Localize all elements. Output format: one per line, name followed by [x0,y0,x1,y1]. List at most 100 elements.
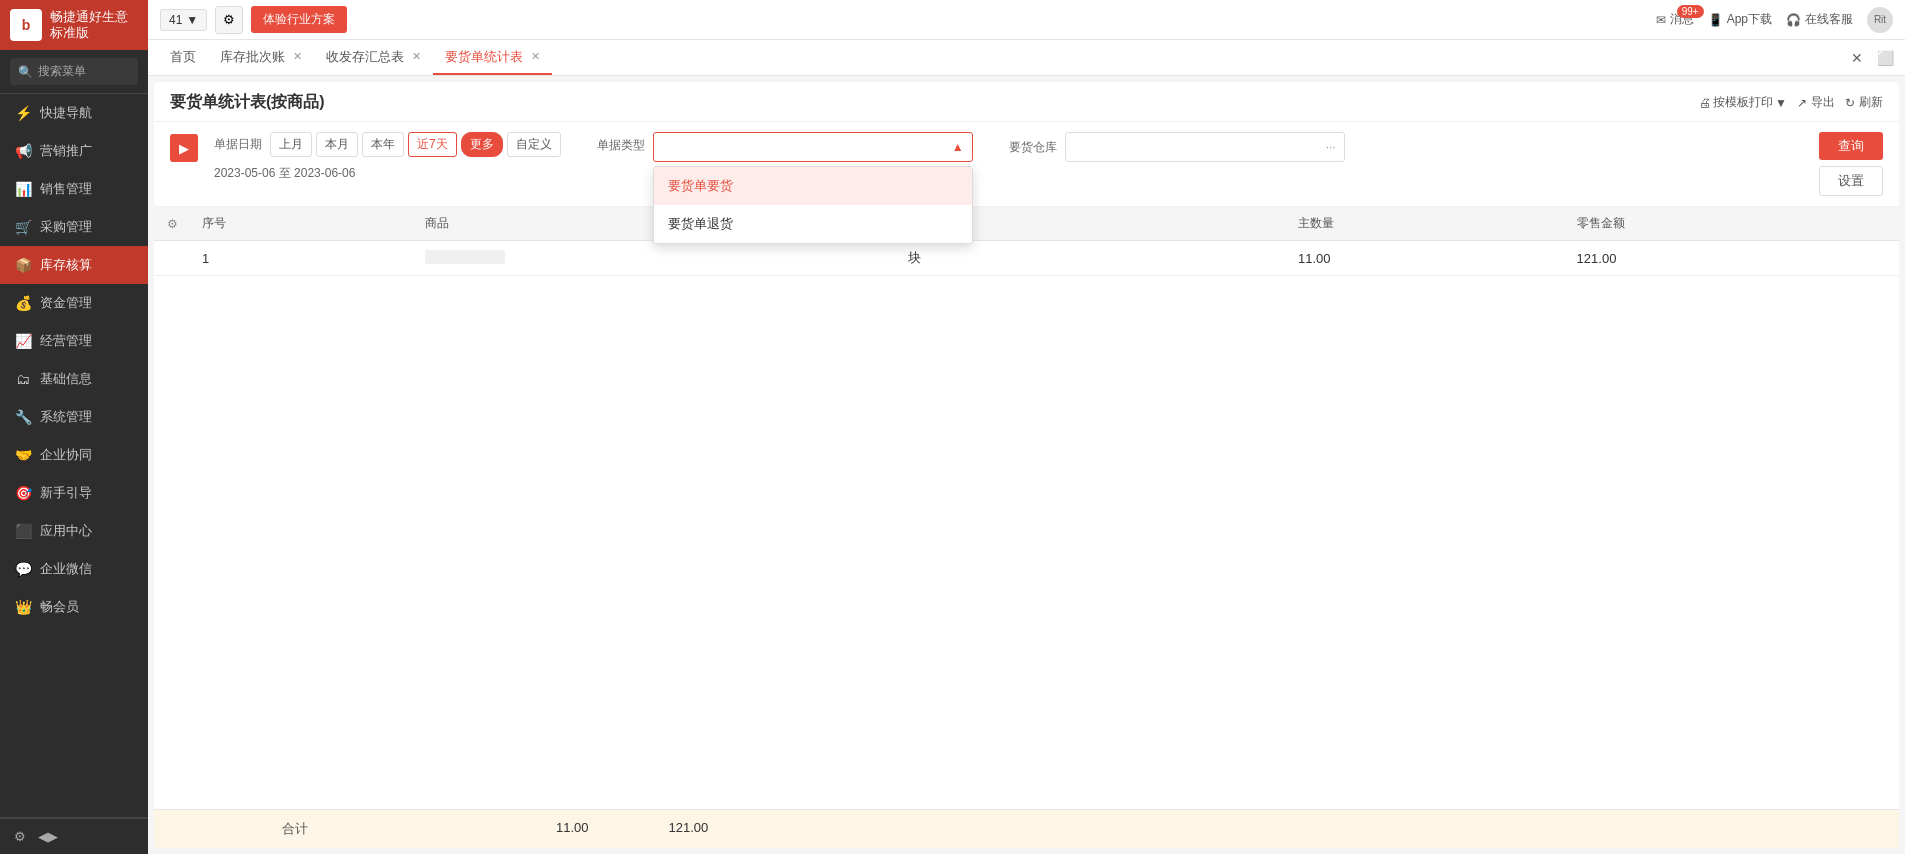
app-logo: b [10,9,42,41]
column-settings[interactable]: ⚙ [154,207,190,241]
header-settings-button[interactable]: ⚙ [215,6,243,34]
tab-bar-actions: ✕ ⬜ [1837,40,1905,75]
page-content: 要货单统计表(按商品) 🖨 按模板打印 ▼ ↗ 导出 ↻ 刷新 [154,82,1899,848]
date-filter-row: 单据日期 上月 本月 本年 近7天 更多 自定义 [214,132,561,157]
type-filter-label: 单据类型 [597,137,645,154]
footer-settings-button[interactable]: ⚙ [14,829,26,844]
print-template-button[interactable]: 🖨 按模板打印 ▼ [1699,94,1787,111]
total-quantity: 11.00 [556,820,589,838]
sidebar-item-label: 企业微信 [40,560,92,578]
app-name: 畅捷通好生意 [50,9,128,25]
sidebar-item-basic[interactable]: 🗂 基础信息 [0,360,148,398]
sidebar-item-quick-nav[interactable]: ⚡ 快捷导航 [0,94,148,132]
app-title: 畅捷通好生意 标准版 [50,9,128,40]
date-last-7-days-button[interactable]: 近7天 [408,132,457,157]
chevron-down-icon: ▼ [186,13,198,27]
notification-button[interactable]: ✉ 消息 99+ [1656,11,1694,28]
sidebar-item-inventory[interactable]: 📦 库存核算 [0,246,148,284]
search-menu-button[interactable]: 🔍 搜索菜单 [10,58,138,85]
tab-label: 库存批次账 [220,48,285,66]
expand-icon: ▶ [179,141,189,156]
tab-close-icon[interactable]: ✕ [531,50,540,63]
avatar[interactable]: Rit [1867,7,1893,33]
sidebar-item-label: 系统管理 [40,408,92,426]
date-filter-group: 单据日期 上月 本月 本年 近7天 更多 自定义 2023-05-06 至 20… [214,132,561,182]
tab-label: 要货单统计表 [445,48,523,66]
chevron-up-icon: ▲ [952,140,964,154]
sidebar-item-wechat[interactable]: 💬 企业微信 [0,550,148,588]
export-label: 导出 [1811,94,1835,111]
date-filter-label: 单据日期 [214,136,262,153]
row-amount: 121.00 [1565,241,1899,276]
sidebar-item-label: 资金管理 [40,294,92,312]
sidebar-footer: ⚙ ◀▶ [0,818,148,854]
sidebar-item-guide[interactable]: 🎯 新手引导 [0,474,148,512]
purchase-icon: 🛒 [14,219,32,235]
sidebar-item-operations[interactable]: 📈 经营管理 [0,322,148,360]
maximize-button[interactable]: ⬜ [1873,46,1897,70]
quick-nav-icon: ⚡ [14,105,32,121]
refresh-label: 刷新 [1859,94,1883,111]
tab-order-summary[interactable]: 要货单统计表 ✕ [433,40,552,75]
tab-inventory-batch[interactable]: 库存批次账 ✕ [208,40,314,75]
date-this-year-button[interactable]: 本年 [362,132,404,157]
sidebar-item-app-center[interactable]: ⬛ 应用中心 [0,512,148,550]
warehouse-filter-section: 要货仓库 ··· [1009,132,1345,162]
date-last-month-button[interactable]: 上月 [270,132,312,157]
warehouse-select-input[interactable]: ··· [1065,132,1345,162]
export-button[interactable]: ↗ 导出 [1797,94,1835,111]
online-service-button[interactable]: 🎧 在线客服 [1786,11,1853,28]
vip-icon: 👑 [14,599,32,615]
dropdown-item-label: 要货单要货 [668,178,733,193]
type-select-wrapper: ▲ 要货单要货 要货单退货 [653,132,973,162]
type-dropdown: 要货单要货 要货单退货 [653,166,973,244]
filter-toggle-button[interactable]: ▶ [170,134,198,162]
dropdown-item-order-goods[interactable]: 要货单要货 [654,167,972,205]
download-icon: 📱 [1708,13,1723,27]
online-service-label: 在线客服 [1805,11,1853,28]
sidebar-search-section: 🔍 搜索菜单 [0,50,148,94]
app-download-label: App下载 [1727,11,1772,28]
page-title: 要货单统计表(按商品) [170,92,325,113]
more-options-icon[interactable]: ··· [1326,140,1336,154]
sidebar-item-enterprise[interactable]: 🤝 企业协同 [0,436,148,474]
industry-solution-button[interactable]: 体验行业方案 [251,6,347,33]
warehouse-filter-label: 要货仓库 [1009,139,1057,156]
top-header: 41 ▼ ⚙ 体验行业方案 ✉ 消息 99+ 📱 App下载 🎧 在线客服 [148,0,1905,40]
filter-buttons: 查询 设置 [1819,132,1883,196]
main-content: 41 ▼ ⚙ 体验行业方案 ✉ 消息 99+ 📱 App下载 🎧 在线客服 [148,0,1905,854]
chevron-down-icon: ▼ [1775,96,1787,110]
refresh-button[interactable]: ↻ 刷新 [1845,94,1883,111]
query-button[interactable]: 查询 [1819,132,1883,160]
sidebar-item-finance[interactable]: 💰 资金管理 [0,284,148,322]
close-all-tabs-button[interactable]: ✕ [1845,46,1869,70]
type-select-input[interactable]: ▲ [653,132,973,162]
date-custom-button[interactable]: 自定义 [507,132,561,157]
sidebar-item-marketing[interactable]: 📢 营销推广 [0,132,148,170]
header-left: 41 ▼ ⚙ 体验行业方案 [160,6,347,34]
total-amount: 121.00 [669,820,709,838]
row-unit: 块 [896,241,1286,276]
footer-collapse-button[interactable]: ◀▶ [38,829,58,844]
inventory-icon: 📦 [14,257,32,273]
sidebar-item-vip[interactable]: 👑 畅会员 [0,588,148,626]
date-more-button[interactable]: 更多 [461,132,503,157]
store-selector[interactable]: 41 ▼ [160,9,207,31]
dropdown-item-order-return[interactable]: 要货单退货 [654,205,972,243]
sidebar-item-purchase[interactable]: 🛒 采购管理 [0,208,148,246]
refresh-icon: ↻ [1845,96,1855,110]
sidebar-item-system[interactable]: 🔧 系统管理 [0,398,148,436]
sidebar-item-label: 新手引导 [40,484,92,502]
table-header-row: ⚙ 序号 商品 主计量单位 主数量 零售金额 [154,207,1899,241]
date-range-display: 2023-05-06 至 2023-06-06 [214,165,561,182]
tab-close-icon[interactable]: ✕ [412,50,421,63]
tab-home[interactable]: 首页 [158,40,208,75]
filter-settings-button[interactable]: 设置 [1819,166,1883,196]
app-download-button[interactable]: 📱 App下载 [1708,11,1772,28]
tab-recv-send-summary[interactable]: 收发存汇总表 ✕ [314,40,433,75]
date-this-month-button[interactable]: 本月 [316,132,358,157]
total-label: 合计 [282,820,308,838]
tab-bar: 首页 库存批次账 ✕ 收发存汇总表 ✕ 要货单统计表 ✕ ✕ ⬜ [148,40,1905,76]
tab-close-icon[interactable]: ✕ [293,50,302,63]
sidebar-item-sales[interactable]: 📊 销售管理 [0,170,148,208]
